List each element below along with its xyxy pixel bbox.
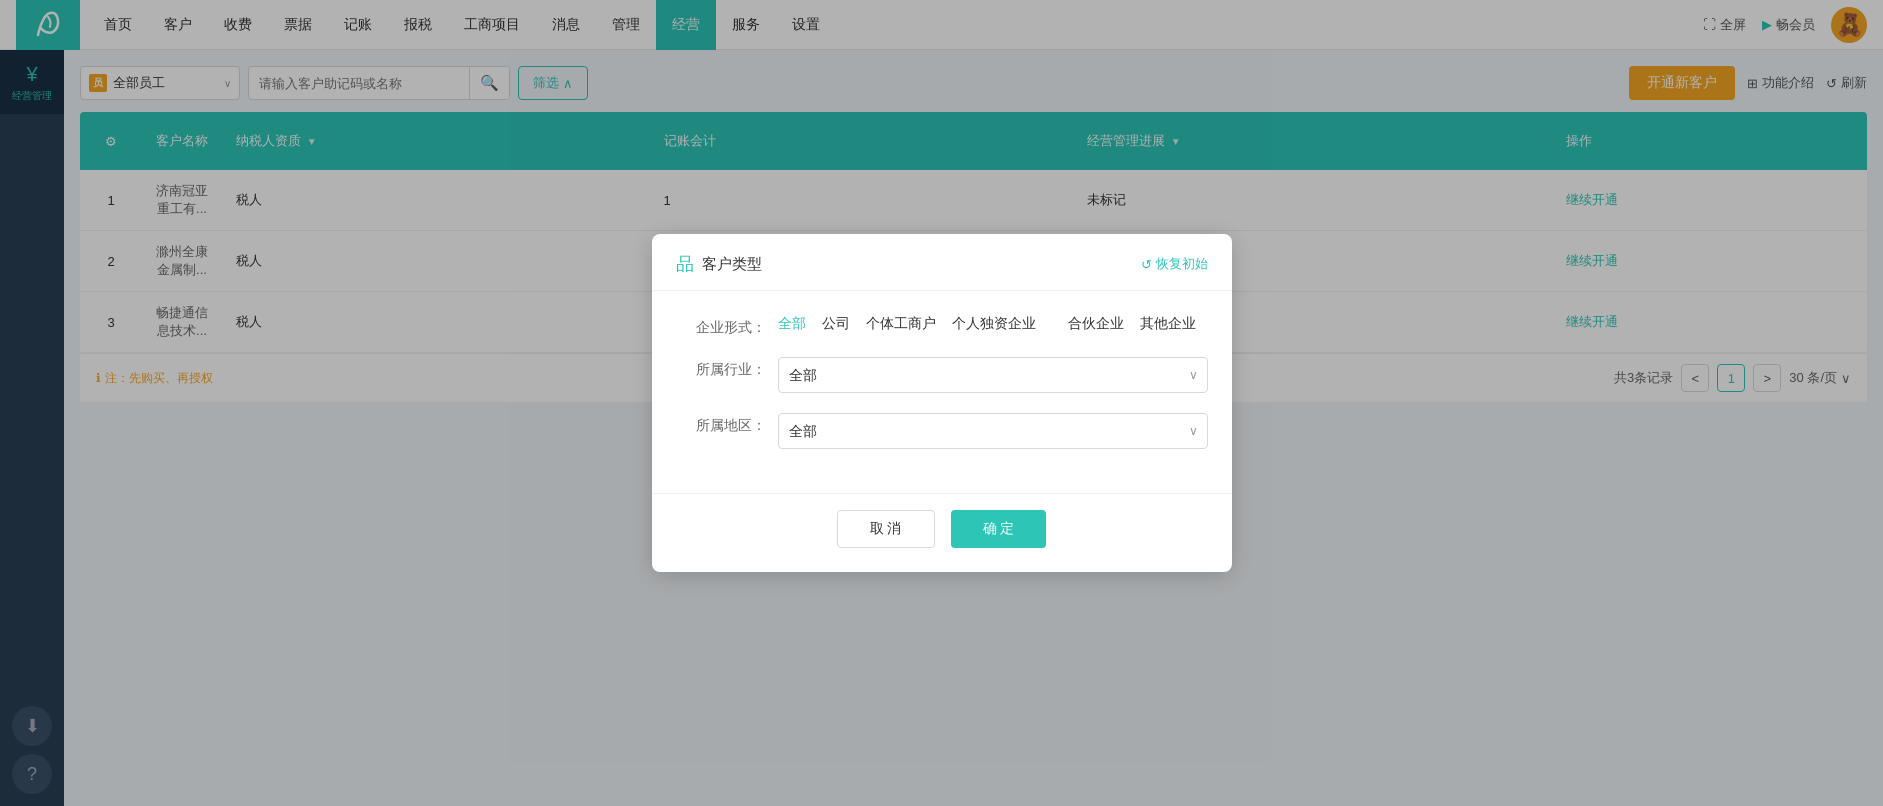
enterprise-form-row: 企业形式： 全部 公司 个体工商户 个人独资企业 合伙企业 其他企业 [676, 315, 1208, 337]
industry-select[interactable]: 全部 [778, 357, 1208, 393]
modal-footer: 取 消 确 定 [652, 493, 1232, 572]
confirm-button[interactable]: 确 定 [951, 510, 1047, 548]
industry-form-row: 所属行业： 全部 [676, 357, 1208, 393]
reset-icon: ↺ [1141, 257, 1152, 272]
modal-reset-button[interactable]: ↺ 恢复初始 [1141, 255, 1208, 273]
modal-header: 品 客户类型 ↺ 恢复初始 [652, 234, 1232, 291]
filter-modal: 品 客户类型 ↺ 恢复初始 企业形式： 全部 公司 个体工商户 个人独资企业 [652, 234, 1232, 572]
industry-select-wrapper: 全部 [778, 357, 1208, 393]
type-option-partnership[interactable]: 合伙企业 [1068, 315, 1124, 333]
modal-title-icon: 品 [676, 252, 694, 276]
type-option-company[interactable]: 公司 [822, 315, 850, 333]
region-select[interactable]: 全部 [778, 413, 1208, 449]
enterprise-type-options: 全部 公司 个体工商户 个人独资企业 合伙企业 其他企业 [778, 315, 1208, 333]
type-option-all[interactable]: 全部 [778, 315, 806, 333]
type-option-other-enterprise[interactable]: 其他企业 [1140, 315, 1196, 333]
enterprise-form-label: 企业形式： [676, 315, 766, 337]
region-select-wrapper: 全部 [778, 413, 1208, 449]
region-form-row: 所属地区： 全部 [676, 413, 1208, 449]
industry-select-container: 全部 [778, 357, 1208, 393]
type-option-individual-business[interactable]: 个体工商户 [866, 315, 936, 333]
cancel-button[interactable]: 取 消 [837, 510, 935, 548]
type-option-sole-proprietorship[interactable]: 个人独资企业 [952, 315, 1036, 333]
modal-title: 品 客户类型 [676, 252, 762, 276]
industry-label: 所属行业： [676, 357, 766, 379]
modal-overlay[interactable]: 品 客户类型 ↺ 恢复初始 企业形式： 全部 公司 个体工商户 个人独资企业 [0, 0, 1883, 806]
modal-body: 企业形式： 全部 公司 个体工商户 个人独资企业 合伙企业 其他企业 所属行业： [652, 291, 1232, 493]
region-label: 所属地区： [676, 413, 766, 435]
region-select-container: 全部 [778, 413, 1208, 449]
enterprise-form-content: 全部 公司 个体工商户 个人独资企业 合伙企业 其他企业 [778, 315, 1208, 333]
